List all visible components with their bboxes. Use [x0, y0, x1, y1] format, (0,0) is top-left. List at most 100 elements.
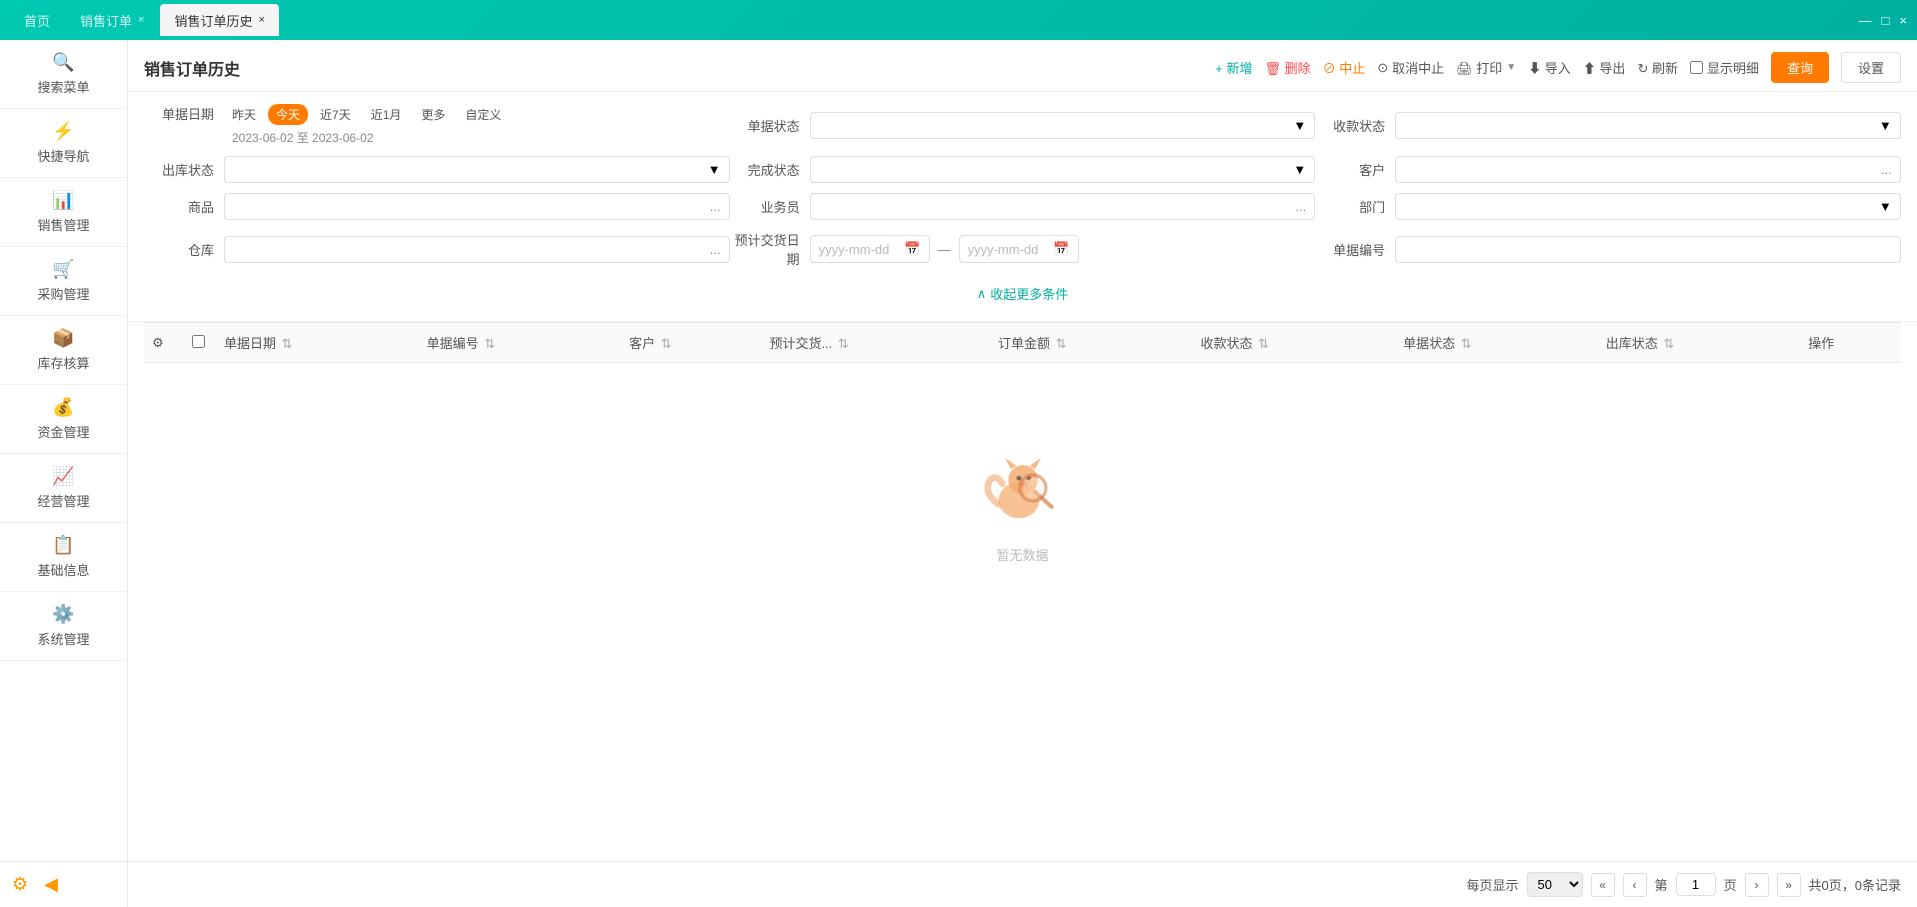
salesperson-input[interactable]: ... — [810, 193, 1316, 220]
th-settings[interactable]: ⚙ — [144, 323, 184, 363]
search-menu-icon: 🔍 — [52, 52, 74, 73]
salesperson-ellipsis: ... — [1295, 199, 1306, 214]
sidebar-item-finance[interactable]: 💰 资金管理 — [0, 385, 127, 454]
page-prev-button[interactable]: ‹ — [1623, 873, 1647, 897]
salesperson-label: 业务员 — [730, 197, 810, 216]
empty-state: 暂无数据 — [144, 363, 1901, 644]
goods-input[interactable]: ... — [224, 193, 730, 220]
sidebar-item-operations[interactable]: 📈 经营管理 — [0, 454, 127, 523]
window-actions: — □ × — [1859, 13, 1907, 28]
filter-area: 单据日期 昨天 今天 近7天 近1月 更多 自定义 2023-06-02 至 2… — [128, 92, 1917, 322]
close-tab-sales-history[interactable]: × — [258, 14, 264, 26]
tab-home[interactable]: 首页 — [10, 4, 64, 36]
import-button[interactable]: ⬇ 导入 — [1528, 58, 1571, 77]
order-no-label: 单据编号 — [1315, 240, 1395, 259]
filter-row-2: 出库状态 ▼ 完成状态 ▼ 客户 — [144, 156, 1901, 183]
department-label: 部门 — [1315, 197, 1395, 216]
page-unit: 页 — [1724, 875, 1737, 894]
empty-illustration — [973, 443, 1073, 533]
order-status-select[interactable]: ▼ — [810, 112, 1316, 139]
close-window-button[interactable]: × — [1899, 13, 1907, 28]
department-select[interactable]: ▼ — [1395, 193, 1901, 220]
top-bar: 首页 销售订单 × 销售订单历史 × — □ × — [0, 0, 1917, 40]
th-no[interactable]: 单据编号 ⇅ — [419, 323, 622, 363]
completion-status-chevron: ▼ — [1293, 162, 1306, 177]
order-status-label: 单据状态 — [730, 116, 810, 135]
warehouse-input[interactable]: ... — [224, 236, 730, 263]
customer-input[interactable]: ... — [1395, 156, 1901, 183]
delivery-date-to[interactable]: yyyy-mm-dd 📅 — [959, 235, 1079, 263]
sidebar-item-label: 快捷导航 — [37, 146, 89, 165]
table-footer: 每页显示 50 10 20 100 « ‹ 第 页 › » 共0页，0条记录 — [128, 861, 1917, 907]
export-button[interactable]: ⬆ 导出 — [1583, 58, 1626, 77]
sidebar-item-quick-nav[interactable]: ⚡ 快捷导航 — [0, 109, 127, 178]
warehouse-status-select[interactable]: ▼ — [224, 156, 730, 183]
completion-status-select[interactable]: ▼ — [810, 156, 1316, 183]
sidebar-settings-icon[interactable]: ⚙ — [12, 874, 28, 895]
page-input[interactable] — [1676, 873, 1716, 896]
sidebar-item-label: 搜索菜单 — [37, 77, 89, 96]
purchase-icon: 🛒 — [52, 259, 74, 280]
goods-ellipsis: ... — [710, 199, 721, 214]
sidebar-item-inventory[interactable]: 📦 库存核算 — [0, 316, 127, 385]
order-status-chevron: ▼ — [1293, 118, 1306, 133]
maximize-button[interactable]: □ — [1882, 13, 1890, 28]
finance-icon: 💰 — [52, 397, 74, 418]
date-tab-7days[interactable]: 近7天 — [312, 104, 359, 125]
close-tab-sales-order[interactable]: × — [138, 14, 144, 26]
th-order-status[interactable]: 单据状态 ⇅ — [1395, 323, 1598, 363]
date-tab-more[interactable]: 更多 — [413, 104, 453, 125]
date-tab-today[interactable]: 今天 — [268, 104, 308, 125]
th-check[interactable] — [184, 323, 216, 363]
payment-status-select[interactable]: ▼ — [1395, 112, 1901, 139]
new-button[interactable]: + 新增 — [1215, 58, 1252, 77]
page-last-button[interactable]: » — [1777, 873, 1801, 897]
stop-button[interactable]: ⊘ 中止 — [1323, 58, 1366, 77]
cancel-stop-button[interactable]: ⊙ 取消中止 — [1377, 58, 1444, 77]
completion-status-label: 完成状态 — [730, 160, 810, 179]
th-customer[interactable]: 客户 ⇅ — [621, 323, 761, 363]
th-warehouse-status[interactable]: 出库状态 ⇅ — [1598, 323, 1801, 363]
sidebar-item-sales[interactable]: 📊 销售管理 — [0, 178, 127, 247]
order-no-input[interactable] — [1395, 236, 1901, 263]
date-tab-yesterday[interactable]: 昨天 — [224, 104, 264, 125]
refresh-button[interactable]: ↻ 刷新 — [1637, 58, 1678, 77]
print-button[interactable]: 🖨 打印 ▼ — [1456, 58, 1516, 77]
date-label: 单据日期 — [144, 104, 224, 123]
calendar-from-icon[interactable]: 📅 — [904, 241, 920, 257]
sidebar-item-label: 资金管理 — [37, 422, 89, 441]
th-date[interactable]: 单据日期 ⇅ — [216, 323, 419, 363]
sidebar-item-purchase[interactable]: 🛒 采购管理 — [0, 247, 127, 316]
delete-button[interactable]: 🗑 删除 — [1264, 58, 1310, 77]
per-page-label: 每页显示 — [1466, 875, 1518, 894]
query-button[interactable]: 查询 — [1771, 52, 1829, 83]
sidebar-item-label: 经营管理 — [37, 491, 89, 510]
th-delivery[interactable]: 预计交货... ⇅ — [761, 323, 990, 363]
per-page-select[interactable]: 50 10 20 100 — [1527, 872, 1583, 897]
delivery-date-from[interactable]: yyyy-mm-dd 📅 — [810, 235, 930, 263]
system-icon: ⚙️ — [52, 604, 74, 625]
show-details-checkbox[interactable]: 显示明细 — [1690, 58, 1759, 77]
collapse-button[interactable]: ∧ 收起更多条件 — [144, 278, 1901, 309]
calendar-to-icon[interactable]: 📅 — [1053, 241, 1069, 257]
date-tab-custom[interactable]: 自定义 — [457, 104, 509, 125]
page-next-button[interactable]: › — [1745, 873, 1769, 897]
basic-info-icon: 📋 — [52, 535, 74, 556]
th-amount[interactable]: 订单金额 ⇅ — [990, 323, 1193, 363]
minimize-button[interactable]: — — [1859, 13, 1872, 28]
setting-button[interactable]: 设置 — [1841, 52, 1901, 83]
sidebar-item-system[interactable]: ⚙️ 系统管理 — [0, 592, 127, 661]
th-payment-status[interactable]: 收款状态 ⇅ — [1193, 323, 1396, 363]
tab-sales-order-history[interactable]: 销售订单历史 × — [160, 4, 278, 36]
sidebar-item-search-menu[interactable]: 🔍 搜索菜单 — [0, 40, 127, 109]
customer-ellipsis: ... — [1881, 162, 1892, 177]
select-all-checkbox[interactable] — [192, 335, 205, 348]
sidebar-collapse-icon[interactable]: ◀ — [44, 874, 58, 895]
table-container: ⚙ 单据日期 ⇅ 单据编号 ⇅ 客户 ⇅ — [128, 322, 1917, 861]
date-tab-1month[interactable]: 近1月 — [363, 104, 410, 125]
operations-icon: 📈 — [52, 466, 74, 487]
sidebar-item-basic-info[interactable]: 📋 基础信息 — [0, 523, 127, 592]
warehouse-label: 仓库 — [144, 240, 224, 259]
page-first-button[interactable]: « — [1591, 873, 1615, 897]
tab-sales-order[interactable]: 销售订单 × — [66, 4, 158, 36]
